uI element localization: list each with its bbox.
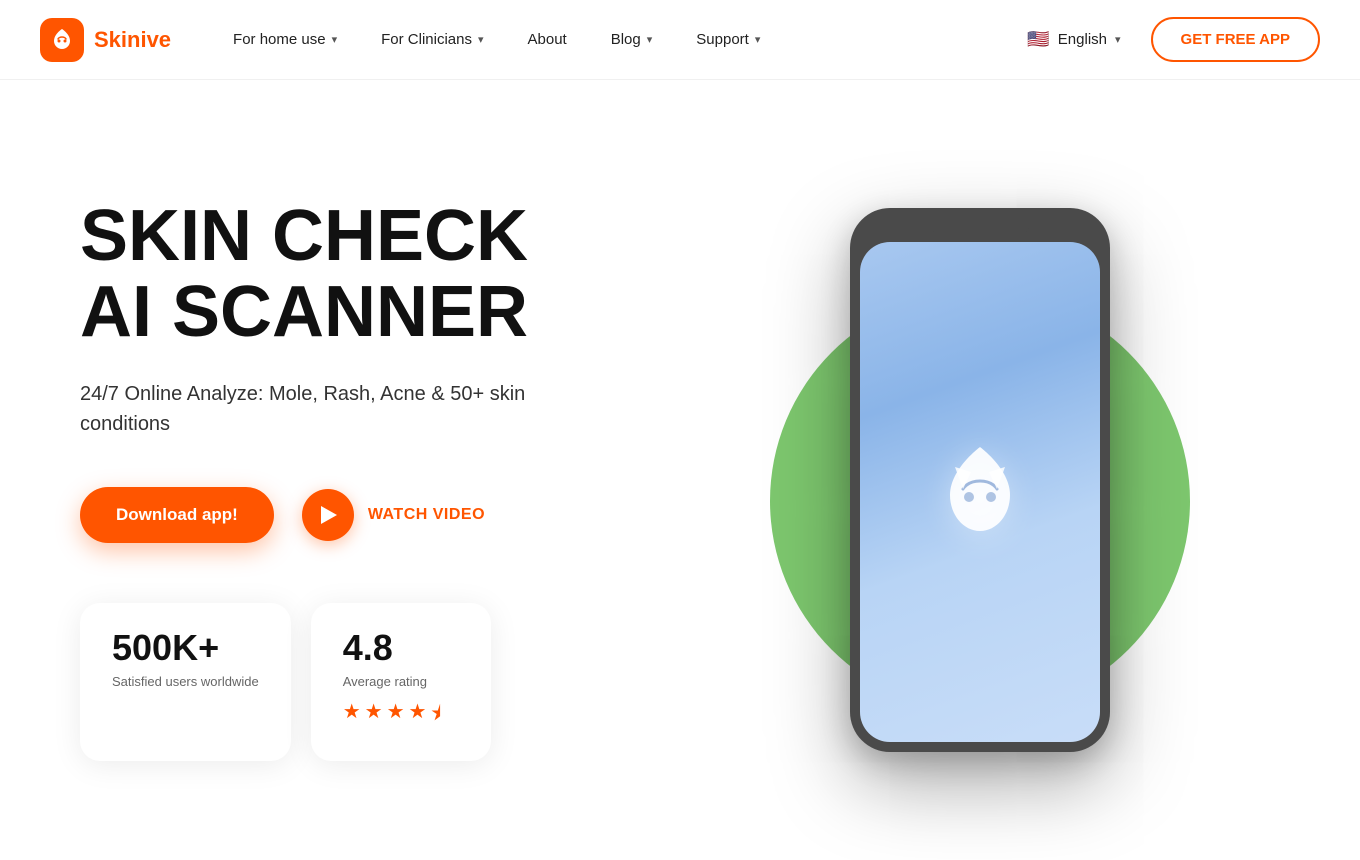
play-triangle bbox=[321, 506, 337, 524]
nav-item-support[interactable]: Support ▾ bbox=[674, 0, 782, 80]
phone-mockup bbox=[850, 208, 1110, 752]
chevron-down-icon: ▾ bbox=[332, 33, 338, 46]
star-4: ★ bbox=[409, 699, 427, 733]
stat-label-rating: Average rating bbox=[343, 673, 459, 691]
nav-links: For home use ▾ For Clinicians ▾ About Bl… bbox=[211, 0, 1013, 80]
language-selector[interactable]: 🇺🇸 English ▾ bbox=[1013, 21, 1134, 58]
nav-right: 🇺🇸 English ▾ GET FREE APP bbox=[1013, 17, 1320, 62]
flag-icon: 🇺🇸 bbox=[1027, 29, 1049, 50]
phone-app-logo bbox=[920, 432, 1040, 552]
get-free-app-button[interactable]: GET FREE APP bbox=[1151, 17, 1320, 62]
nav-item-clinicians[interactable]: For Clinicians ▾ bbox=[359, 0, 505, 80]
nav-item-blog[interactable]: Blog ▾ bbox=[589, 0, 675, 80]
brand-name: Skinive bbox=[94, 27, 171, 53]
hero-content: SKIN CHECK AI SCANNER 24/7 Online Analyz… bbox=[80, 199, 680, 760]
hero-subtitle: 24/7 Online Analyze: Mole, Rash, Acne & … bbox=[80, 379, 560, 439]
phone-notch bbox=[930, 218, 1030, 238]
star-5: ⯨ bbox=[430, 699, 441, 733]
stat-card-users: 500K+ Satisfied users worldwide bbox=[80, 603, 291, 761]
navbar: Skinive For home use ▾ For Clinicians ▾ … bbox=[0, 0, 1360, 80]
phone-outer bbox=[850, 208, 1110, 752]
star-rating: ★ ★ ★ ★ ⯨ bbox=[343, 699, 459, 733]
download-app-button[interactable]: Download app! bbox=[80, 487, 274, 543]
hero-title: SKIN CHECK AI SCANNER bbox=[80, 199, 680, 350]
logo-link[interactable]: Skinive bbox=[40, 18, 171, 62]
star-3: ★ bbox=[387, 699, 405, 733]
watch-label: WATCH VIDEO bbox=[368, 506, 485, 524]
phone-notch-bar bbox=[860, 218, 1100, 238]
nav-item-about[interactable]: About bbox=[506, 0, 589, 80]
chevron-down-icon: ▾ bbox=[1115, 33, 1121, 46]
stats-row: 500K+ Satisfied users worldwide 4.8 Aver… bbox=[80, 603, 680, 761]
star-2: ★ bbox=[365, 699, 383, 733]
chevron-down-icon: ▾ bbox=[755, 33, 761, 46]
stat-label-users: Satisfied users worldwide bbox=[112, 673, 259, 691]
stat-value-users: 500K+ bbox=[112, 627, 259, 669]
logo-icon bbox=[40, 18, 84, 62]
hero-section: SKIN CHECK AI SCANNER 24/7 Online Analyz… bbox=[0, 80, 1360, 860]
star-1: ★ bbox=[343, 699, 361, 733]
chevron-down-icon: ▾ bbox=[478, 33, 484, 46]
hero-actions: Download app! WATCH VIDEO bbox=[80, 487, 680, 543]
hero-phone-area bbox=[680, 208, 1280, 752]
play-icon bbox=[302, 489, 354, 541]
watch-video-button[interactable]: WATCH VIDEO bbox=[302, 489, 485, 541]
chevron-down-icon: ▾ bbox=[647, 33, 653, 46]
stat-value-rating: 4.8 bbox=[343, 627, 459, 669]
phone-screen bbox=[860, 242, 1100, 742]
stat-card-rating: 4.8 Average rating ★ ★ ★ ★ ⯨ bbox=[311, 603, 491, 761]
nav-item-home-use[interactable]: For home use ▾ bbox=[211, 0, 359, 80]
